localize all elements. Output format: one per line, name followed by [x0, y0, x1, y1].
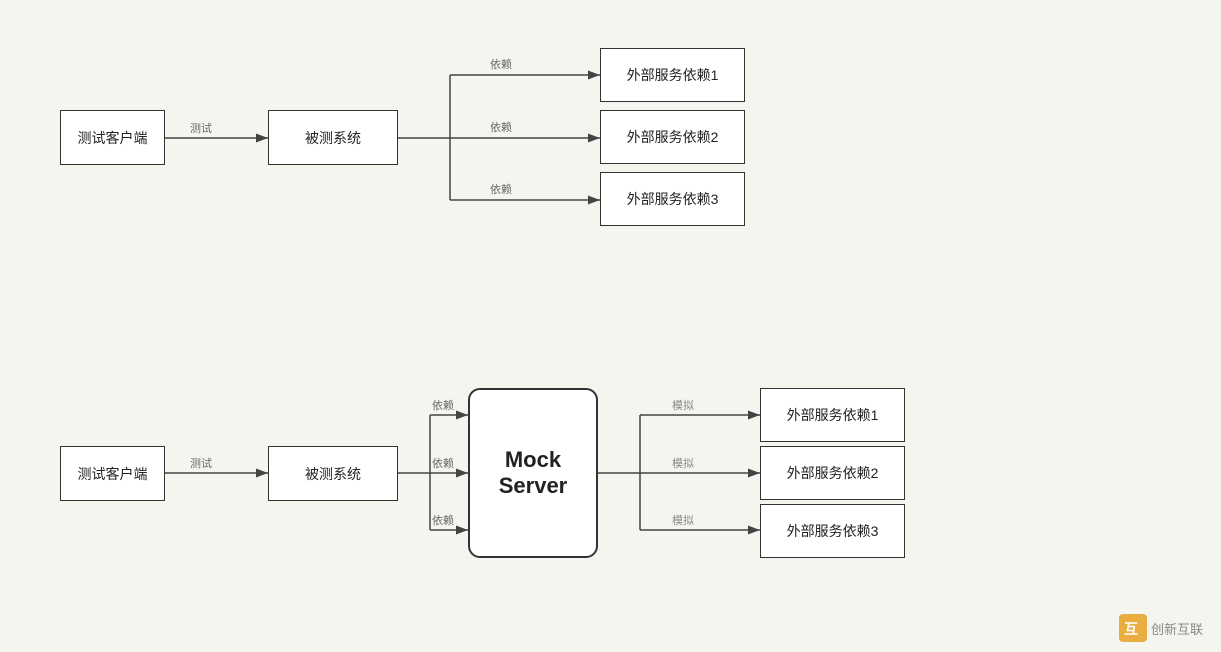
mock-server-box: MockServer: [468, 388, 598, 558]
bot-label-mock3: 模拟: [672, 513, 694, 527]
top-label-dep3: 依赖: [490, 183, 512, 196]
bot-label-mock2: 模拟: [672, 456, 694, 470]
mock-server-label: MockServer: [499, 447, 568, 500]
bot-system-label: 被测系统: [305, 464, 361, 484]
bot-label-dep-bot: 依赖: [432, 514, 454, 527]
top-dep1-label: 外部服务依赖1: [627, 65, 719, 85]
bot-dep2-label: 外部服务依赖2: [787, 463, 879, 483]
bot-dep2-box: 外部服务依赖2: [760, 446, 905, 500]
top-system-box: 被测系统: [268, 110, 398, 165]
diagram-container: 测试 依赖 依赖 依赖 测试 依赖 依赖 依赖: [0, 0, 1221, 652]
bot-client-label: 测试客户端: [78, 464, 148, 484]
top-client-box: 测试客户端: [60, 110, 165, 165]
watermark: 互 创新互联: [1119, 614, 1203, 642]
top-label-dep1: 依赖: [490, 58, 512, 71]
top-system-label: 被测系统: [305, 128, 361, 148]
top-client-label: 测试客户端: [78, 128, 148, 148]
bot-dep1-label: 外部服务依赖1: [787, 405, 879, 425]
bot-client-box: 测试客户端: [60, 446, 165, 501]
top-dep2-box: 外部服务依赖2: [600, 110, 745, 164]
bot-label-mock1: 模拟: [672, 398, 694, 412]
top-dep1-box: 外部服务依赖1: [600, 48, 745, 102]
bot-label-dep-mid: 依赖: [432, 457, 454, 470]
top-label-dep2: 依赖: [490, 121, 512, 134]
top-dep3-box: 外部服务依赖3: [600, 172, 745, 226]
bot-dep3-label: 外部服务依赖3: [787, 521, 879, 541]
bot-label-test: 测试: [190, 457, 212, 470]
svg-text:互: 互: [1124, 621, 1138, 637]
bot-dep3-box: 外部服务依赖3: [760, 504, 905, 558]
bot-system-box: 被测系统: [268, 446, 398, 501]
top-label-test: 测试: [190, 122, 212, 135]
top-dep2-label: 外部服务依赖2: [627, 127, 719, 147]
bot-dep1-box: 外部服务依赖1: [760, 388, 905, 442]
bot-label-dep-top: 依赖: [432, 399, 454, 412]
watermark-logo: 互: [1119, 614, 1147, 642]
top-dep3-label: 外部服务依赖3: [627, 189, 719, 209]
watermark-text: 创新互联: [1151, 619, 1203, 638]
